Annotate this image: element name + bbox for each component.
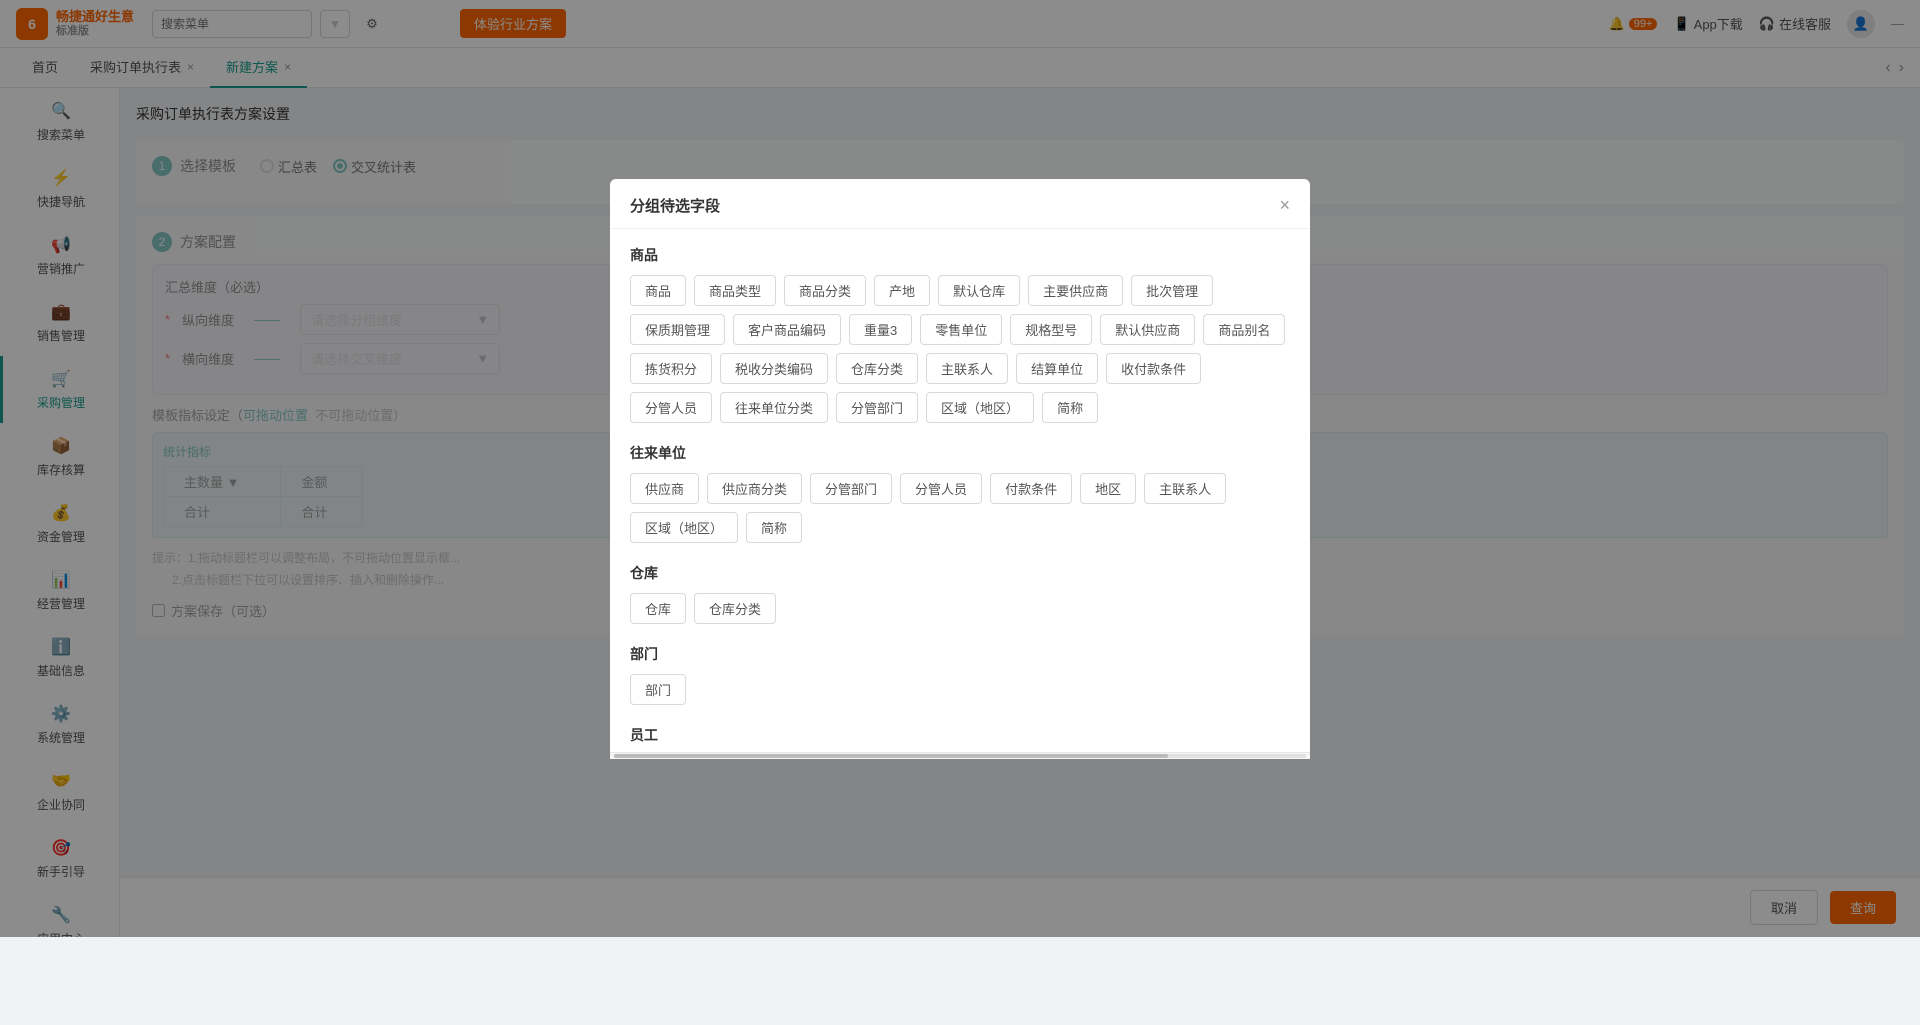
field-tag-1-8[interactable]: 简称 [746, 512, 802, 543]
field-group-title-1: 往来单位 [630, 443, 1290, 463]
field-tag-0-17[interactable]: 主联系人 [926, 353, 1008, 384]
scrollbar-thumb [614, 754, 1168, 758]
field-tag-0-23[interactable]: 区域（地区） [926, 392, 1034, 423]
field-tag-0-22[interactable]: 分管部门 [836, 392, 918, 423]
field-tag-0-9[interactable]: 重量3 [849, 314, 912, 345]
field-group-title-4: 员工 [630, 725, 1290, 745]
modal-title: 分组待选字段 [630, 195, 720, 216]
field-group-1: 往来单位供应商供应商分类分管部门分管人员付款条件地区主联系人区域（地区） 简称 [630, 443, 1290, 543]
field-tag-0-20[interactable]: 分管人员 [630, 392, 712, 423]
modal-close-icon[interactable]: × [1279, 195, 1290, 216]
field-tag-1-6[interactable]: 主联系人 [1144, 473, 1226, 504]
field-tag-0-24[interactable]: 简称 [1042, 392, 1098, 423]
field-tag-2-0[interactable]: 仓库 [630, 593, 686, 624]
horizontal-scrollbar[interactable] [610, 752, 1310, 758]
field-tag-0-15[interactable]: 税收分类编码 [720, 353, 828, 384]
field-tag-0-12[interactable]: 默认供应商 [1100, 314, 1195, 345]
field-tag-0-8[interactable]: 客户商品编码 [733, 314, 841, 345]
modal-dialog: 分组待选字段 × 商品商品商品类型商品分类产地默认仓库主要供应商批次管理保质期管… [610, 179, 1310, 759]
field-tag-1-4[interactable]: 付款条件 [990, 473, 1072, 504]
field-tag-0-14[interactable]: 拣货积分 [630, 353, 712, 384]
field-tag-0-3[interactable]: 产地 [874, 275, 930, 306]
field-tag-0-4[interactable]: 默认仓库 [938, 275, 1020, 306]
modal-header: 分组待选字段 × [610, 179, 1310, 229]
field-tag-0-0[interactable]: 商品 [630, 275, 686, 306]
field-tag-0-18[interactable]: 结算单位 [1016, 353, 1098, 384]
modal-body: 商品商品商品类型商品分类产地默认仓库主要供应商批次管理保质期管理客户商品编码重量… [610, 229, 1310, 753]
field-tag-1-5[interactable]: 地区 [1080, 473, 1136, 504]
field-tag-1-2[interactable]: 分管部门 [810, 473, 892, 504]
field-tag-0-1[interactable]: 商品类型 [694, 275, 776, 306]
field-group-title-0: 商品 [630, 245, 1290, 265]
field-tags-2: 仓库仓库分类 [630, 593, 1290, 624]
field-group-title-3: 部门 [630, 644, 1290, 664]
field-tag-0-10[interactable]: 零售单位 [920, 314, 1002, 345]
field-tag-1-7[interactable]: 区域（地区） [630, 512, 738, 543]
field-tag-0-19[interactable]: 收付款条件 [1106, 353, 1201, 384]
modal-overlay: 分组待选字段 × 商品商品商品类型商品分类产地默认仓库主要供应商批次管理保质期管… [0, 0, 1920, 937]
field-tag-1-1[interactable]: 供应商分类 [707, 473, 802, 504]
field-group-0: 商品商品商品类型商品分类产地默认仓库主要供应商批次管理保质期管理客户商品编码重量… [630, 245, 1290, 423]
field-tags-0: 商品商品类型商品分类产地默认仓库主要供应商批次管理保质期管理客户商品编码重量3 零… [630, 275, 1290, 423]
field-tag-1-3[interactable]: 分管人员 [900, 473, 982, 504]
field-tag-0-16[interactable]: 仓库分类 [836, 353, 918, 384]
field-group-title-2: 仓库 [630, 563, 1290, 583]
field-group-2: 仓库仓库仓库分类 [630, 563, 1290, 624]
field-tag-3-0[interactable]: 部门 [630, 674, 686, 705]
field-tag-0-5[interactable]: 主要供应商 [1028, 275, 1123, 306]
scrollbar-track [614, 754, 1306, 758]
field-group-4: 员工业务员 [630, 725, 1290, 753]
field-tag-0-11[interactable]: 规格型号 [1010, 314, 1092, 345]
field-tag-0-21[interactable]: 往来单位分类 [720, 392, 828, 423]
field-tag-0-6[interactable]: 批次管理 [1131, 275, 1213, 306]
field-tag-0-2[interactable]: 商品分类 [784, 275, 866, 306]
field-tag-1-0[interactable]: 供应商 [630, 473, 699, 504]
field-tag-0-7[interactable]: 保质期管理 [630, 314, 725, 345]
field-tag-2-1[interactable]: 仓库分类 [694, 593, 776, 624]
field-tags-1: 供应商供应商分类分管部门分管人员付款条件地区主联系人区域（地区） 简称 [630, 473, 1290, 543]
field-tags-3: 部门 [630, 674, 1290, 705]
field-group-3: 部门部门 [630, 644, 1290, 705]
field-tag-0-13[interactable]: 商品别名 [1203, 314, 1285, 345]
